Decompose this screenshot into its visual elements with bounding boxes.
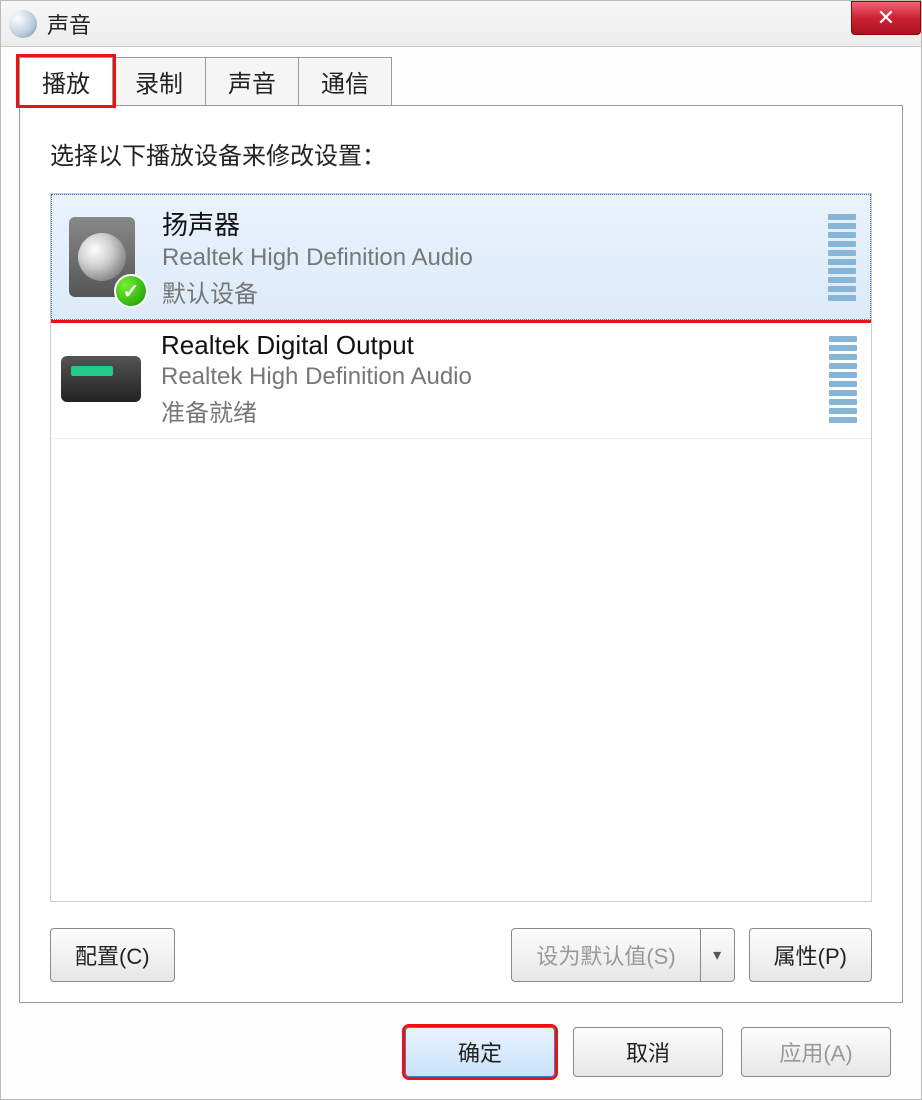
device-info: 扬声器 Realtek High Definition Audio 默认设备 [162, 205, 828, 309]
tab-sounds[interactable]: 声音 [205, 57, 299, 105]
device-status: 准备就绪 [161, 393, 829, 428]
tab-recording[interactable]: 录制 [112, 57, 206, 105]
level-meter-icon [829, 336, 857, 423]
configure-button[interactable]: 配置(C) [50, 928, 175, 982]
apply-button[interactable]: 应用(A) [741, 1027, 891, 1077]
instruction-text: 选择以下播放设备来修改设置： [50, 136, 872, 171]
tab-label: 通信 [321, 71, 369, 98]
playback-panel: 选择以下播放设备来修改设置： ✓ 扬声器 Realtek High Defini… [19, 105, 903, 1003]
set-default-split-button: 设为默认值(S) ▾ [511, 928, 734, 982]
device-name: Realtek Digital Output [161, 330, 829, 361]
ok-button[interactable]: 确定 [405, 1027, 555, 1077]
set-default-dropdown[interactable]: ▾ [701, 928, 735, 982]
button-label: 配置(C) [75, 944, 150, 969]
device-item-speakers[interactable]: ✓ 扬声器 Realtek High Definition Audio 默认设备 [51, 194, 871, 320]
tab-playback[interactable]: 播放 [19, 57, 113, 105]
dialog-button-row: 确定 取消 应用(A) [1, 1013, 921, 1099]
tabs: 播放 录制 声音 通信 [1, 47, 921, 105]
set-default-button[interactable]: 设为默认值(S) [511, 928, 700, 982]
panel-button-row: 配置(C) 设为默认值(S) ▾ 属性(P) [50, 928, 872, 982]
device-driver: Realtek High Definition Audio [162, 244, 828, 272]
digital-output-icon [61, 334, 141, 424]
device-list: ✓ 扬声器 Realtek High Definition Audio 默认设备… [50, 193, 872, 902]
sound-dialog: 声音 ✕ 播放 录制 声音 通信 选择以下播放设备来修改设置： ✓ [0, 0, 922, 1100]
sound-app-icon [9, 10, 37, 38]
level-meter-icon [828, 214, 856, 301]
device-status: 默认设备 [162, 274, 828, 309]
properties-button[interactable]: 属性(P) [749, 928, 872, 982]
close-icon: ✕ [877, 5, 895, 31]
device-driver: Realtek High Definition Audio [161, 363, 829, 391]
device-info: Realtek Digital Output Realtek High Defi… [161, 330, 829, 428]
device-name: 扬声器 [162, 205, 828, 242]
default-check-icon: ✓ [114, 274, 148, 308]
button-label: 属性(P) [774, 944, 847, 969]
button-label: 确定 [458, 1041, 502, 1066]
cancel-button[interactable]: 取消 [573, 1027, 723, 1077]
button-label: 设为默认值(S) [536, 944, 675, 969]
titlebar: 声音 ✕ [1, 1, 921, 47]
close-button[interactable]: ✕ [851, 1, 921, 35]
tab-label: 声音 [228, 71, 276, 98]
tab-label: 录制 [135, 71, 183, 98]
button-label: 取消 [626, 1041, 670, 1066]
device-item-digital-output[interactable]: Realtek Digital Output Realtek High Defi… [51, 320, 871, 439]
button-label: 应用(A) [779, 1041, 852, 1066]
speaker-icon: ✓ [62, 212, 142, 302]
tab-label: 播放 [42, 71, 90, 98]
window-title: 声音 [47, 8, 91, 40]
tab-communications[interactable]: 通信 [298, 57, 392, 105]
chevron-down-icon: ▾ [713, 945, 721, 965]
